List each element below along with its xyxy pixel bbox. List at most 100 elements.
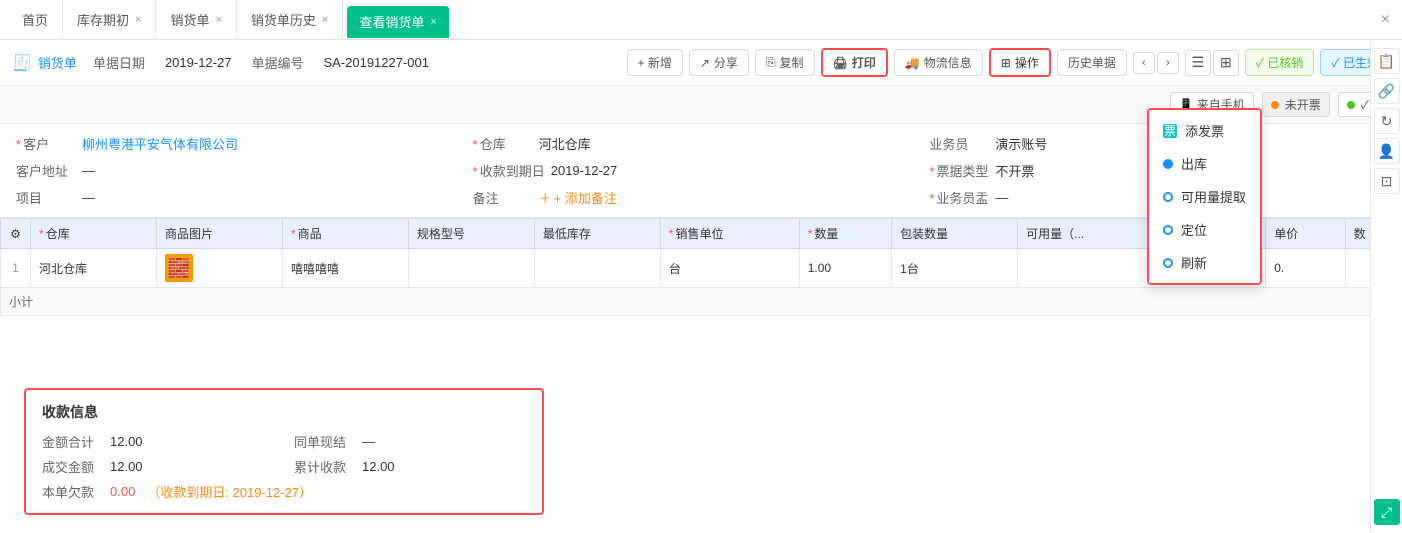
main-content: 🧾 销货单 单据日期 2019-12-27 单据编号 SA-20191227-0…: [0, 40, 1402, 533]
col-settings[interactable]: ⚙: [1, 219, 31, 249]
payment-date-value: 2019-12-27: [551, 163, 618, 178]
sidebar-icon-5[interactable]: ⊡: [1374, 168, 1400, 194]
row-num: 1: [1, 249, 31, 288]
refresh-icon: [1163, 258, 1173, 268]
address-label: 客户地址: [16, 161, 76, 180]
sales-staff-value: —: [995, 190, 1008, 205]
num-value: SA-20191227-001: [323, 55, 429, 70]
row-unit-price: 0.: [1266, 249, 1345, 288]
add-invoice-icon: 票: [1163, 124, 1177, 138]
add-note-button[interactable]: ＋ + 添加备注: [539, 188, 617, 207]
available-qty-icon: [1163, 192, 1173, 202]
row-pack-qty: 1台: [892, 249, 1018, 288]
date-label: 单据日期: [93, 53, 145, 72]
row-available: [1018, 249, 1163, 288]
grid-view-button[interactable]: ⊞: [1213, 50, 1239, 76]
print-button[interactable]: 🖨 打印: [821, 48, 888, 77]
tab-bar: 首页 库存期初 × 销货单 × 销货单历史 × 查看销货单 × ×: [0, 0, 1402, 40]
tab-view-sales[interactable]: 查看销货单 ×: [347, 6, 449, 38]
tab-sales-history[interactable]: 销货单历史 ×: [237, 0, 343, 40]
note-row: 备注 ＋ + 添加备注: [473, 188, 930, 207]
date-value: 2019-12-27: [165, 55, 232, 70]
row-min-stock: [534, 249, 660, 288]
payment-info-grid: 金额合计 12.00 同单现结 — 成交金额 12.00 累计收款 12.00: [42, 432, 526, 501]
available-qty-menu-item[interactable]: 可用量提取: [1149, 180, 1260, 213]
customer-value[interactable]: 柳州粤港平安气体有限公司: [82, 134, 238, 153]
row-sales-unit: 台: [660, 249, 799, 288]
sidebar-icon-2[interactable]: 🔗: [1374, 78, 1400, 104]
row-product-img: 🧱: [156, 249, 282, 288]
outbound-menu-item[interactable]: 出库: [1149, 147, 1260, 180]
next-button[interactable]: ›: [1157, 52, 1179, 74]
same-order-row: 同单现结 —: [294, 432, 526, 451]
col-available: 可用量（...: [1018, 219, 1163, 249]
row-spec: [408, 249, 534, 288]
locate-icon: [1163, 225, 1173, 235]
print-icon: 🖨: [833, 56, 848, 70]
history-button[interactable]: 历史单据: [1057, 49, 1127, 76]
sidebar-icon-3[interactable]: ↻: [1374, 108, 1400, 134]
sidebar-icon-1[interactable]: 📋: [1374, 48, 1400, 74]
col-product: 商品: [282, 219, 408, 249]
tab-sales-history-close[interactable]: ×: [322, 14, 328, 26]
subtotal-label: 小计: [1, 288, 1402, 316]
project-row: 项目 —: [16, 188, 473, 207]
prev-button[interactable]: ‹: [1133, 52, 1155, 74]
total-amount-row: 金额合计 12.00: [42, 432, 274, 451]
staff-value: 演示账号: [995, 134, 1047, 153]
sidebar-icon-4[interactable]: 👤: [1374, 138, 1400, 164]
list-view-button[interactable]: ☰: [1185, 50, 1211, 76]
due-note: （收款到期日: 2019-12-27）: [147, 482, 312, 501]
view-toggle: ☰ ⊞: [1185, 50, 1239, 76]
doc-title-text: 销货单: [38, 53, 77, 72]
locate-menu-item[interactable]: 定位: [1149, 213, 1260, 246]
col-unit-price: 单价: [1266, 219, 1345, 249]
add-invoice-menu-item[interactable]: 票 添发票: [1149, 114, 1260, 147]
payment-info-panel: 收款信息 金额合计 12.00 同单现结 — 成交金额 12.00: [24, 388, 544, 515]
share-button[interactable]: ↗ 分享: [689, 49, 749, 76]
right-sidebar: 📋 🔗 ↻ 👤 ⊡ ⤢: [1370, 40, 1402, 533]
check-icon2: ✓: [1331, 56, 1339, 70]
tab-inventory-init-close[interactable]: ×: [135, 14, 141, 26]
cumulative-payment-row: 累计收款 12.00: [294, 457, 526, 476]
refresh-menu-item[interactable]: 刷新: [1149, 246, 1260, 279]
warehouse-row: 仓库 河北仓库: [473, 134, 930, 153]
customer-label: 客户: [16, 134, 76, 153]
col-pack-qty: 包装数量: [892, 219, 1018, 249]
doc-title-icon: 🧾: [12, 53, 32, 73]
warehouse-value: 河北仓库: [539, 134, 591, 153]
tab-inventory-init[interactable]: 库存期初 ×: [63, 0, 156, 40]
copy-icon: ⎘: [766, 55, 776, 70]
logistics-button[interactable]: 🚚 物流信息: [894, 49, 983, 76]
col-spec: 规格型号: [408, 219, 534, 249]
operation-button[interactable]: ⊞ 操作: [989, 48, 1051, 77]
sales-staff-label: 业务员盂: [929, 188, 989, 207]
ticket-type-label: 票据类型: [929, 161, 989, 180]
doc-meta: 单据日期 2019-12-27 单据编号 SA-20191227-001: [93, 53, 429, 72]
tab-view-sales-close[interactable]: ×: [430, 16, 436, 28]
payment-date-label: 收款到期日: [473, 161, 545, 180]
warehouse-label: 仓库: [473, 134, 533, 153]
total-amount-value: 12.00: [110, 434, 143, 449]
project-label: 项目: [16, 188, 76, 207]
doc-title: 🧾 销货单: [12, 53, 77, 73]
orange-dot-icon: [1271, 101, 1279, 109]
current-due-value: 0.00: [110, 484, 135, 499]
cumulative-payment-label: 累计收款: [294, 457, 354, 476]
tab-sales-order[interactable]: 销货单 ×: [156, 0, 236, 40]
expand-button[interactable]: ⤢: [1374, 499, 1400, 525]
sold-status-button[interactable]: ✓ 已核销: [1245, 49, 1315, 76]
tab-home[interactable]: 首页: [8, 0, 63, 40]
window-close-button[interactable]: ×: [1381, 11, 1390, 29]
copy-button[interactable]: ⎘ 复制: [755, 49, 815, 76]
col-min-stock: 最低库存: [534, 219, 660, 249]
operation-dropdown: 票 添发票 出库 可用量提取 定位 刷新: [1147, 108, 1262, 285]
not-open-ticket-button[interactable]: 未开票: [1262, 92, 1330, 117]
payment-date-row: 收款到期日 2019-12-27: [473, 161, 930, 180]
row-product: 嘻嘻嘻嘻: [282, 249, 408, 288]
col-quantity: 数量: [799, 219, 891, 249]
tab-sales-order-close[interactable]: ×: [215, 14, 221, 26]
customer-row: 客户 柳州粤港平安气体有限公司: [16, 134, 473, 153]
col-warehouse: 仓库: [31, 219, 157, 249]
add-button[interactable]: + 新增: [627, 49, 683, 76]
